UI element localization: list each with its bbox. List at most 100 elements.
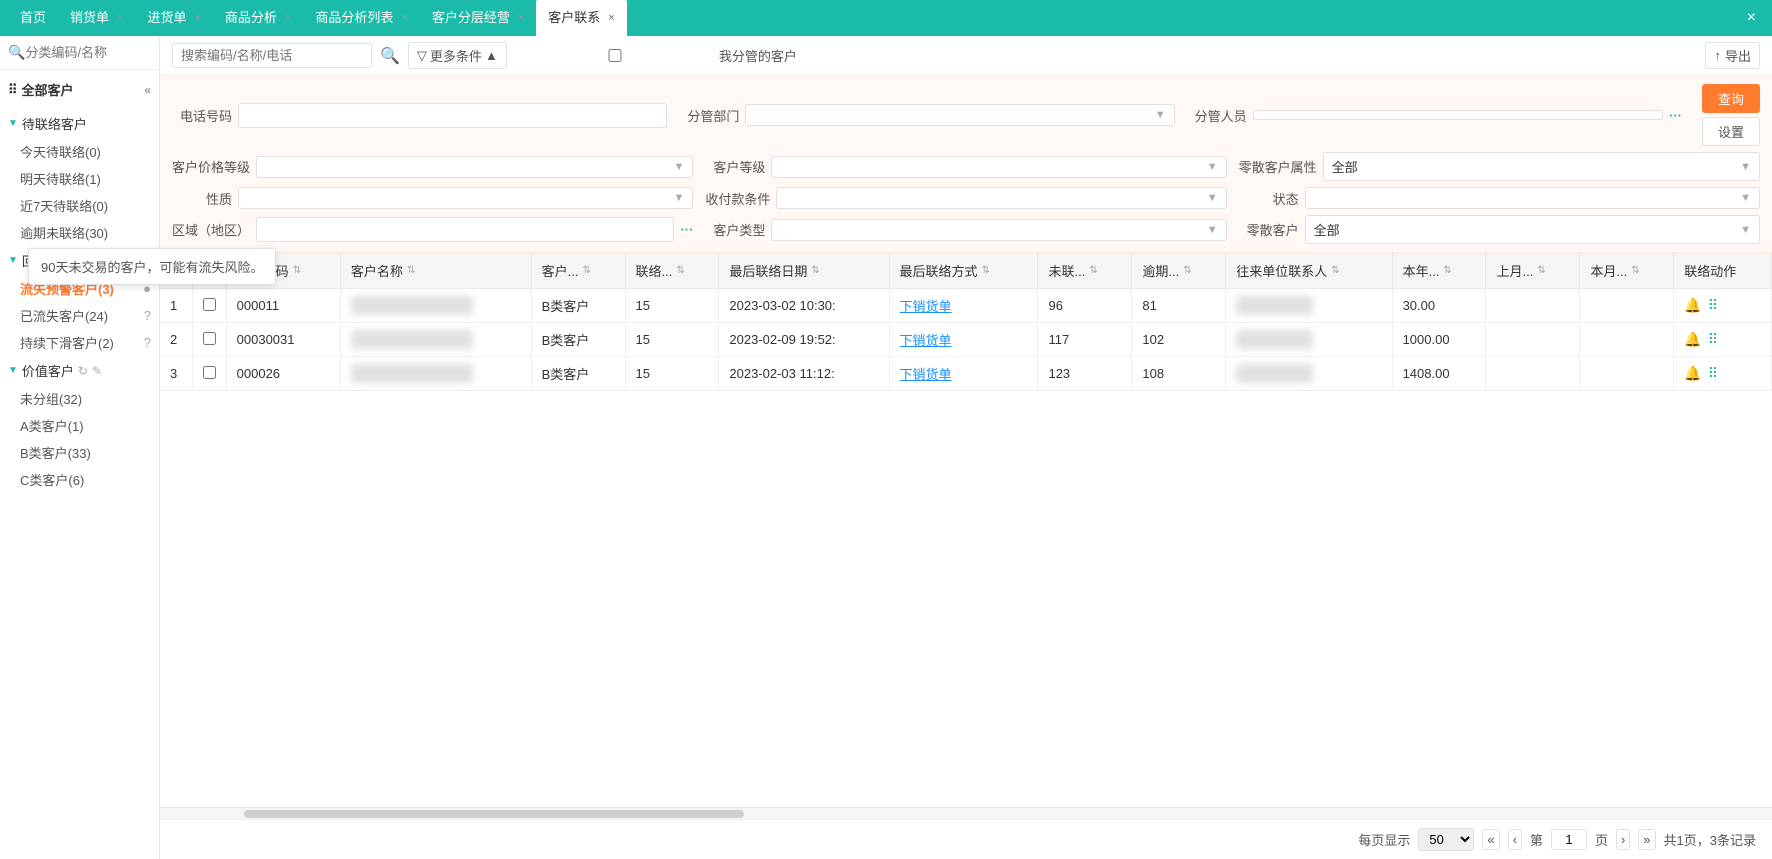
customer-table: ⚙ 客户编码 ⇅ 客户名称: [160, 253, 1772, 391]
page-number-input[interactable]: [1551, 829, 1587, 850]
sort-icon-type[interactable]: ⇅: [582, 265, 590, 276]
sort-icon-contact[interactable]: ⇅: [676, 265, 684, 276]
sidebar-item-7day-contact[interactable]: 近7天待联络(0): [0, 192, 159, 219]
sort-icon-code[interactable]: ⇅: [293, 265, 301, 276]
window-close-button[interactable]: ×: [1739, 9, 1764, 27]
nav-analysis[interactable]: 商品分析 ×: [213, 0, 303, 36]
filter-payment-select[interactable]: ▼: [776, 187, 1226, 209]
nav-analysis-list[interactable]: 商品分析列表 ×: [303, 0, 419, 36]
more-action-icon-0[interactable]: ⠿: [1708, 297, 1718, 314]
search-input[interactable]: [172, 43, 372, 68]
sidebar-item-class-a[interactable]: A类客户(1): [0, 412, 159, 439]
filter-customer-type-select[interactable]: ▼: [771, 219, 1226, 241]
hscroll-thumb[interactable]: [244, 810, 744, 818]
more-action-icon-2[interactable]: ⠿: [1708, 365, 1718, 382]
td-overdue-2: 108: [1132, 357, 1226, 391]
sort-icon-method[interactable]: ⇅: [982, 265, 990, 276]
nav-purchase[interactable]: 进货单 ×: [135, 0, 212, 36]
td-contact-0: 15: [625, 289, 719, 323]
edit-icon[interactable]: ✎: [92, 364, 102, 378]
filter-status-select[interactable]: ▼: [1305, 187, 1760, 209]
sidebar-item-today-contact[interactable]: 今天待联络(0): [0, 138, 159, 165]
nav-analysis-list-close[interactable]: ×: [401, 0, 407, 36]
td-method-link-1[interactable]: 下销货单: [900, 333, 952, 348]
filter-nature-select[interactable]: ▼: [238, 187, 693, 209]
td-method-link-0[interactable]: 下销货单: [900, 299, 952, 314]
export-button[interactable]: ↑ 导出: [1705, 42, 1760, 69]
sort-icon-last-month[interactable]: ⇅: [1537, 265, 1545, 276]
filter-scattered-select[interactable]: 全部 ▼: [1305, 215, 1760, 244]
sidebar-item-ungrouped[interactable]: 未分组(32): [0, 385, 159, 412]
nav-customer-tier[interactable]: 客户分层经营 ×: [420, 0, 536, 36]
per-page-select[interactable]: 50 100 200: [1418, 828, 1474, 851]
nav-customer-contact-close[interactable]: ×: [608, 0, 614, 36]
th-this-year: 本年... ⇅: [1392, 253, 1486, 289]
sort-icon-this-year[interactable]: ⇅: [1443, 265, 1451, 276]
table-header-row: ⚙ 客户编码 ⇅ 客户名称: [160, 253, 1772, 289]
sidebar-group-value[interactable]: ▼ 价值客户 ↻ ✎: [0, 356, 159, 385]
prev-page-button[interactable]: ‹: [1508, 829, 1522, 850]
nav-customer-contact[interactable]: 客户联系 ×: [536, 0, 626, 36]
sort-icon-this-month[interactable]: ⇅: [1631, 265, 1639, 276]
th-name: 客户名称 ⇅: [340, 253, 531, 289]
sidebar-group-pending[interactable]: ▼ 待联络客户: [0, 109, 159, 138]
td-method-link-2[interactable]: 下销货单: [900, 367, 952, 382]
filter-price-level-select[interactable]: ▼: [256, 156, 693, 178]
th-last-contact-method-label: 最后联络方式: [900, 261, 978, 280]
search-button[interactable]: 🔍: [380, 46, 400, 66]
td-last-month-2: [1486, 357, 1580, 391]
sidebar-item-tomorrow-contact[interactable]: 明天待联络(1): [0, 165, 159, 192]
query-button[interactable]: 查询: [1702, 84, 1760, 113]
filter-scattered-attr-select[interactable]: 全部 ▼: [1323, 152, 1760, 181]
question-icon-2: ?: [144, 335, 151, 350]
more-conditions-button[interactable]: ▽ 更多条件 ▲: [408, 42, 507, 69]
sidebar-item-class-c[interactable]: C类客户(6): [0, 466, 159, 493]
sort-icon-overdue[interactable]: ⇅: [1183, 265, 1191, 276]
nav-purchase-close[interactable]: ×: [194, 0, 200, 36]
more-dots-region-icon[interactable]: ···: [680, 222, 693, 237]
sort-icon-name[interactable]: ⇅: [407, 265, 415, 276]
nav-customer-tier-close[interactable]: ×: [518, 0, 524, 36]
first-page-button[interactable]: «: [1482, 829, 1499, 850]
th-last-contact-date-label: 最后联络日期: [729, 261, 807, 280]
sidebar-item-churned[interactable]: 已流失客户(24) ?: [0, 302, 159, 329]
top-nav: 首页 销货单 × 进货单 × 商品分析 × 商品分析列表 × 客户分层经营 × …: [0, 0, 1772, 36]
contact-action-icon-1[interactable]: 🔔: [1684, 331, 1701, 348]
filter-region-input[interactable]: [256, 217, 674, 242]
my-customer-label: 我分管的客户: [719, 46, 797, 65]
row-checkbox-2[interactable]: [203, 366, 216, 379]
last-page-button[interactable]: »: [1638, 829, 1655, 850]
sidebar-collapse-icon[interactable]: «: [144, 83, 151, 97]
nav-sales-close[interactable]: ×: [117, 0, 123, 36]
sort-icon-no-contact[interactable]: ⇅: [1089, 265, 1097, 276]
nav-sales[interactable]: 销货单 ×: [58, 0, 135, 36]
contact-action-icon-2[interactable]: 🔔: [1684, 365, 1701, 382]
sidebar-item-class-b[interactable]: B类客户(33): [0, 439, 159, 466]
filter-person-select[interactable]: [1253, 110, 1663, 120]
more-dots-icon[interactable]: ···: [1669, 108, 1682, 123]
sidebar-item-overdue-contact[interactable]: 逾期未联络(30): [0, 219, 159, 246]
hscroll-bar[interactable]: [160, 807, 1772, 819]
next-page-button[interactable]: ›: [1616, 829, 1630, 850]
sidebar-search-input[interactable]: [25, 45, 160, 60]
filter-dept-select[interactable]: ▼: [745, 104, 1174, 126]
filter-phone-input[interactable]: [238, 103, 667, 128]
sidebar-item-declining[interactable]: 持续下滑客户(2) ?: [0, 329, 159, 356]
sidebar-all-customers[interactable]: ⠿ 全部客户 «: [0, 74, 159, 105]
settings-button[interactable]: 设置: [1702, 117, 1760, 146]
sort-icon-contact-person[interactable]: ⇅: [1331, 265, 1339, 276]
my-customer-filter[interactable]: 我分管的客户: [515, 46, 797, 65]
row-checkbox-0[interactable]: [203, 298, 216, 311]
nav-home[interactable]: 首页: [8, 0, 58, 36]
my-customer-checkbox[interactable]: [515, 49, 715, 62]
per-page-label: 每页显示: [1358, 830, 1410, 849]
refresh-icon[interactable]: ↻: [78, 364, 88, 378]
nav-analysis-close[interactable]: ×: [285, 0, 291, 36]
row-checkbox-1[interactable]: [203, 332, 216, 345]
sort-icon-date[interactable]: ⇅: [811, 265, 819, 276]
filter-customer-level-select[interactable]: ▼: [771, 156, 1226, 178]
contact-action-icon-0[interactable]: 🔔: [1684, 297, 1701, 314]
filter-scattered-label: 零散客户: [1239, 220, 1299, 239]
more-action-icon-1[interactable]: ⠿: [1708, 331, 1718, 348]
chevron-up-icon: ▲: [485, 48, 498, 63]
